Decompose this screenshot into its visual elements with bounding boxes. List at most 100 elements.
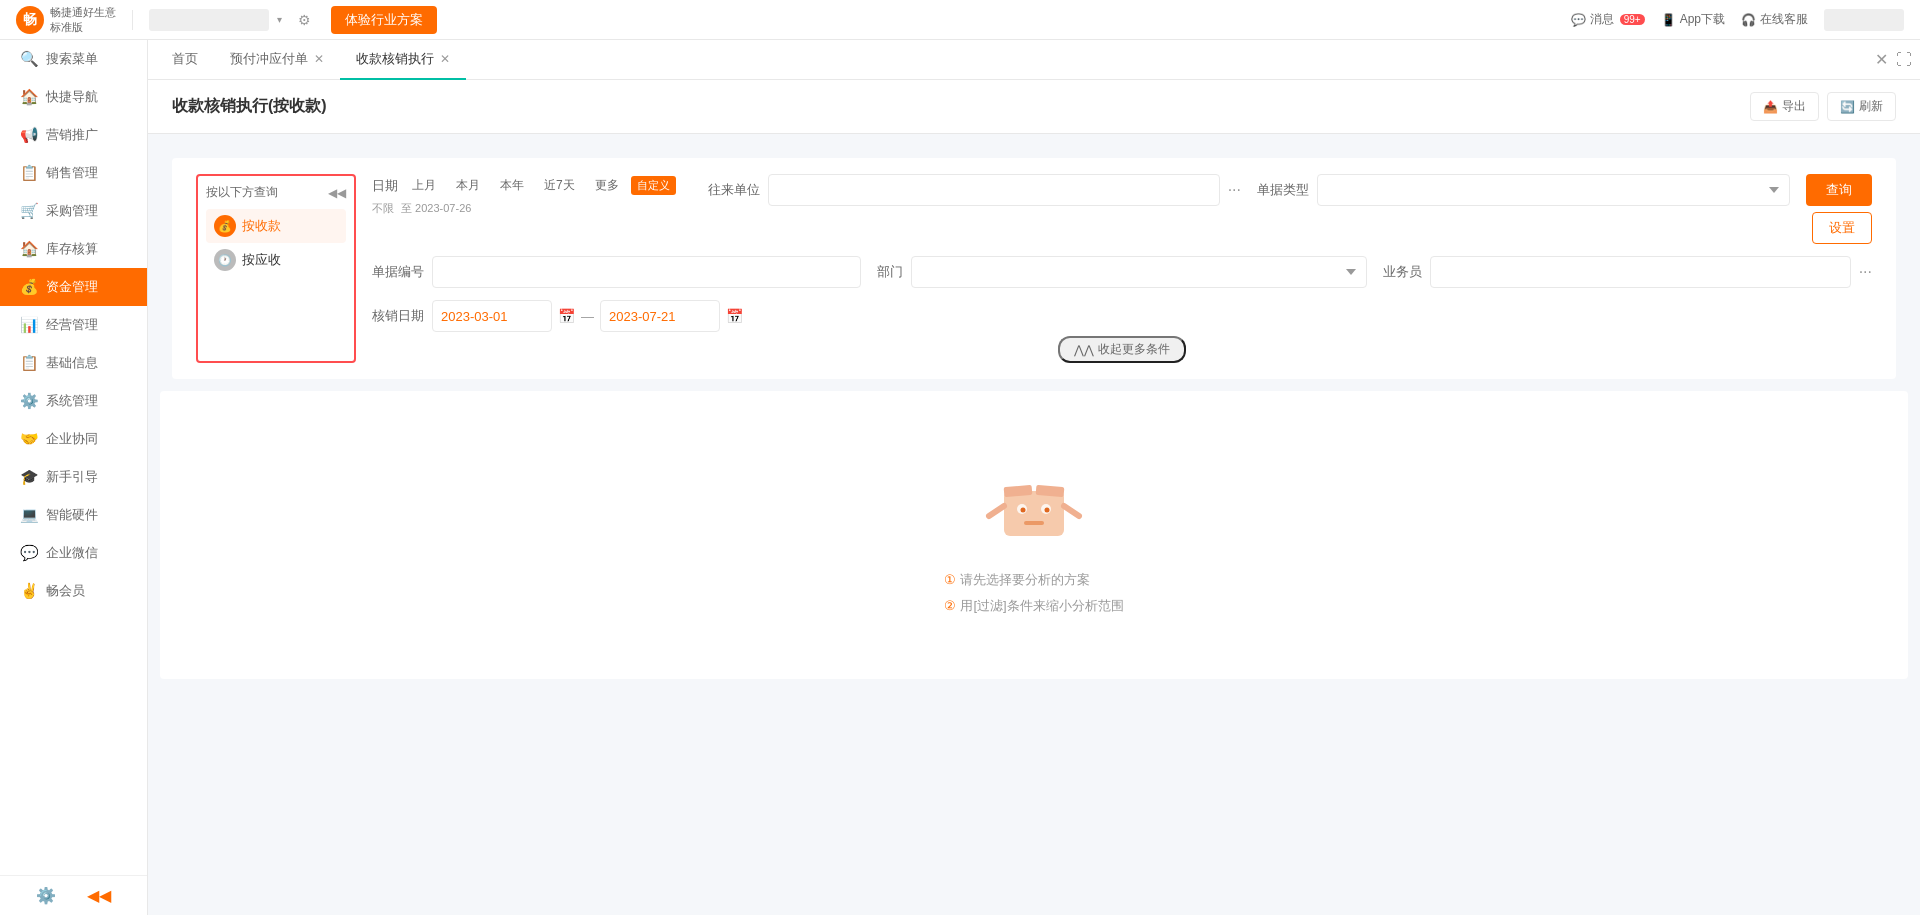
- sidebar-item-operation[interactable]: 📊 经营管理: [0, 306, 147, 344]
- sidebar-collapse-icon[interactable]: ◀◀: [87, 886, 111, 905]
- tab-bar: 首页 预付冲应付单 ✕ 收款核销执行 ✕ ✕ ⛶: [148, 40, 1920, 80]
- partner-dots-icon[interactable]: ···: [1228, 181, 1241, 199]
- tab-prepay[interactable]: 预付冲应付单 ✕: [214, 40, 340, 80]
- by-receivable-icon: 🕐: [214, 249, 236, 271]
- filter-area: 按以下方查询 ◀◀ 💰 按收款 🕐 按应收: [172, 158, 1896, 379]
- query-button[interactable]: 查询: [1806, 174, 1872, 206]
- collapse-more-button[interactable]: ⋀⋀ 收起更多条件: [1058, 336, 1186, 363]
- sidebar-label: 基础信息: [46, 354, 98, 372]
- message-badge: 99+: [1620, 14, 1645, 25]
- logo-text: 畅捷通好生意 标准版: [50, 5, 116, 34]
- filter-option-by-receipt[interactable]: 💰 按收款: [206, 209, 346, 243]
- date-tab-more[interactable]: 更多: [587, 174, 627, 197]
- sidebar-label: 畅会员: [46, 582, 85, 600]
- content-area: 首页 预付冲应付单 ✕ 收款核销执行 ✕ ✕ ⛶ 收款核销执行(按收款) 📤: [148, 40, 1920, 915]
- sidebar-item-inventory[interactable]: 🏠 库存核算: [0, 230, 147, 268]
- writeoff-date-range: 📅 — 📅: [432, 300, 743, 332]
- tab-receipt-writeoff[interactable]: 收款核销执行 ✕: [340, 40, 466, 80]
- app-download-action[interactable]: 📱 App下载: [1661, 11, 1725, 28]
- setting-button[interactable]: 设置: [1812, 212, 1872, 244]
- svg-point-6: [1045, 508, 1050, 513]
- date-tab-this-year[interactable]: 本年: [492, 174, 532, 197]
- sidebar-item-hardware[interactable]: 💻 智能硬件: [0, 496, 147, 534]
- purchase-icon: 🛒: [20, 202, 38, 220]
- tab-home[interactable]: 首页: [156, 40, 214, 80]
- dept-select[interactable]: [911, 256, 1366, 288]
- date-tab-last-month[interactable]: 上月: [404, 174, 444, 197]
- message-icon: 💬: [1571, 13, 1586, 27]
- inventory-icon: 🏠: [20, 240, 38, 258]
- sidebar-bottom: ⚙️ ◀◀: [0, 875, 147, 915]
- sidebar-item-guide[interactable]: 🎓 新手引导: [0, 458, 147, 496]
- date-tab-custom[interactable]: 自定义: [631, 176, 676, 195]
- svg-rect-0: [1004, 491, 1064, 536]
- sidebar-item-enterprise[interactable]: 🤝 企业协同: [0, 420, 147, 458]
- sidebar-item-sales[interactable]: 📋 销售管理: [0, 154, 147, 192]
- refresh-button[interactable]: 🔄 刷新: [1827, 92, 1896, 121]
- filter-type-selector: 按以下方查询 ◀◀ 💰 按收款 🕐 按应收: [196, 174, 356, 363]
- writeoff-to-calendar-icon[interactable]: 📅: [726, 308, 743, 324]
- page-title: 收款核销执行(按收款): [172, 96, 327, 117]
- online-service-action[interactable]: 🎧 在线客服: [1741, 11, 1808, 28]
- guide-icon: 🎓: [20, 468, 38, 486]
- sidebar-item-search-menu[interactable]: 🔍 搜索菜单: [0, 40, 147, 78]
- filter-row-2: 单据编号 部门 业务员 ···: [372, 256, 1872, 288]
- writeoff-date-to-input[interactable]: [600, 300, 720, 332]
- sidebar-item-finance[interactable]: 💰 资金管理: [0, 268, 147, 306]
- service-icon: 🎧: [1741, 13, 1756, 27]
- brand-dropdown-icon[interactable]: ▾: [277, 14, 282, 25]
- logo-icon: 畅: [16, 6, 44, 34]
- topbar-left: 畅 畅捷通好生意 标准版 ▾ ⚙ 体验行业方案: [16, 5, 437, 34]
- salesman-dots-icon[interactable]: ···: [1859, 263, 1872, 281]
- tab-close-all-icon[interactable]: ✕: [1875, 50, 1888, 69]
- partner-input[interactable]: [768, 174, 1220, 206]
- settings-icon[interactable]: ⚙: [298, 12, 311, 28]
- tab-receipt-close[interactable]: ✕: [440, 52, 450, 66]
- doc-no-input[interactable]: [432, 256, 861, 288]
- member-icon: ✌️: [20, 582, 38, 600]
- sidebar-item-marketing[interactable]: 📢 营销推广: [0, 116, 147, 154]
- doc-type-select[interactable]: [1317, 174, 1790, 206]
- user-avatar[interactable]: [1824, 9, 1904, 31]
- sidebar-settings-icon[interactable]: ⚙️: [36, 886, 56, 905]
- sidebar-label: 库存核算: [46, 240, 98, 258]
- sidebar-item-member[interactable]: ✌️ 畅会员: [0, 572, 147, 610]
- doc-type-field: 单据类型: [1257, 174, 1790, 206]
- trial-button[interactable]: 体验行业方案: [331, 6, 437, 34]
- export-button[interactable]: 📤 导出: [1750, 92, 1819, 121]
- sidebar-item-wechat[interactable]: 💬 企业微信: [0, 534, 147, 572]
- sidebar-label: 营销推广: [46, 126, 98, 144]
- salesman-input[interactable]: [1430, 256, 1851, 288]
- sidebar-label: 资金管理: [46, 278, 98, 296]
- writeoff-from-calendar-icon[interactable]: 📅: [558, 308, 575, 324]
- collapse-icon: ⋀⋀: [1074, 343, 1094, 357]
- svg-line-8: [989, 506, 1004, 516]
- empty-hint: ①请先选择要分析的方案 ②用[过滤]条件来缩小分析范围: [944, 567, 1123, 619]
- sidebar-item-system[interactable]: ⚙️ 系统管理: [0, 382, 147, 420]
- logo: 畅 畅捷通好生意 标准版: [16, 5, 116, 34]
- tab-bar-actions: ✕ ⛶: [1875, 50, 1912, 69]
- filter-option-by-receivable[interactable]: 🕐 按应收: [206, 243, 346, 277]
- writeoff-date-from-input[interactable]: [432, 300, 552, 332]
- sidebar-item-purchase[interactable]: 🛒 采购管理: [0, 192, 147, 230]
- tab-prepay-label: 预付冲应付单: [230, 50, 308, 68]
- tab-prepay-close[interactable]: ✕: [314, 52, 324, 66]
- sidebar-label: 经营管理: [46, 316, 98, 334]
- topbar: 畅 畅捷通好生意 标准版 ▾ ⚙ 体验行业方案 💬 消息 99+ 📱 App下载…: [0, 0, 1920, 40]
- salesman-field: 业务员 ···: [1383, 256, 1872, 288]
- wechat-icon: 💬: [20, 544, 38, 562]
- filter-title: 按以下方查询 ◀◀: [206, 184, 346, 201]
- filter-collapse-icon[interactable]: ◀◀: [328, 186, 346, 200]
- date-tab-7days[interactable]: 近7天: [536, 174, 583, 197]
- empty-state: ①请先选择要分析的方案 ②用[过滤]条件来缩小分析范围: [160, 391, 1908, 679]
- dept-label: 部门: [877, 263, 903, 281]
- topbar-divider: [132, 10, 133, 30]
- svg-point-5: [1021, 508, 1026, 513]
- sidebar-item-basic-info[interactable]: 📋 基础信息: [0, 344, 147, 382]
- date-no-limit: 不限 至 2023-07-26: [372, 201, 692, 216]
- doc-no-label: 单据编号: [372, 263, 424, 281]
- date-tab-this-month[interactable]: 本月: [448, 174, 488, 197]
- message-action[interactable]: 💬 消息 99+: [1571, 11, 1645, 28]
- tab-expand-icon[interactable]: ⛶: [1896, 51, 1912, 69]
- sidebar-item-quick-nav[interactable]: 🏠 快捷导航: [0, 78, 147, 116]
